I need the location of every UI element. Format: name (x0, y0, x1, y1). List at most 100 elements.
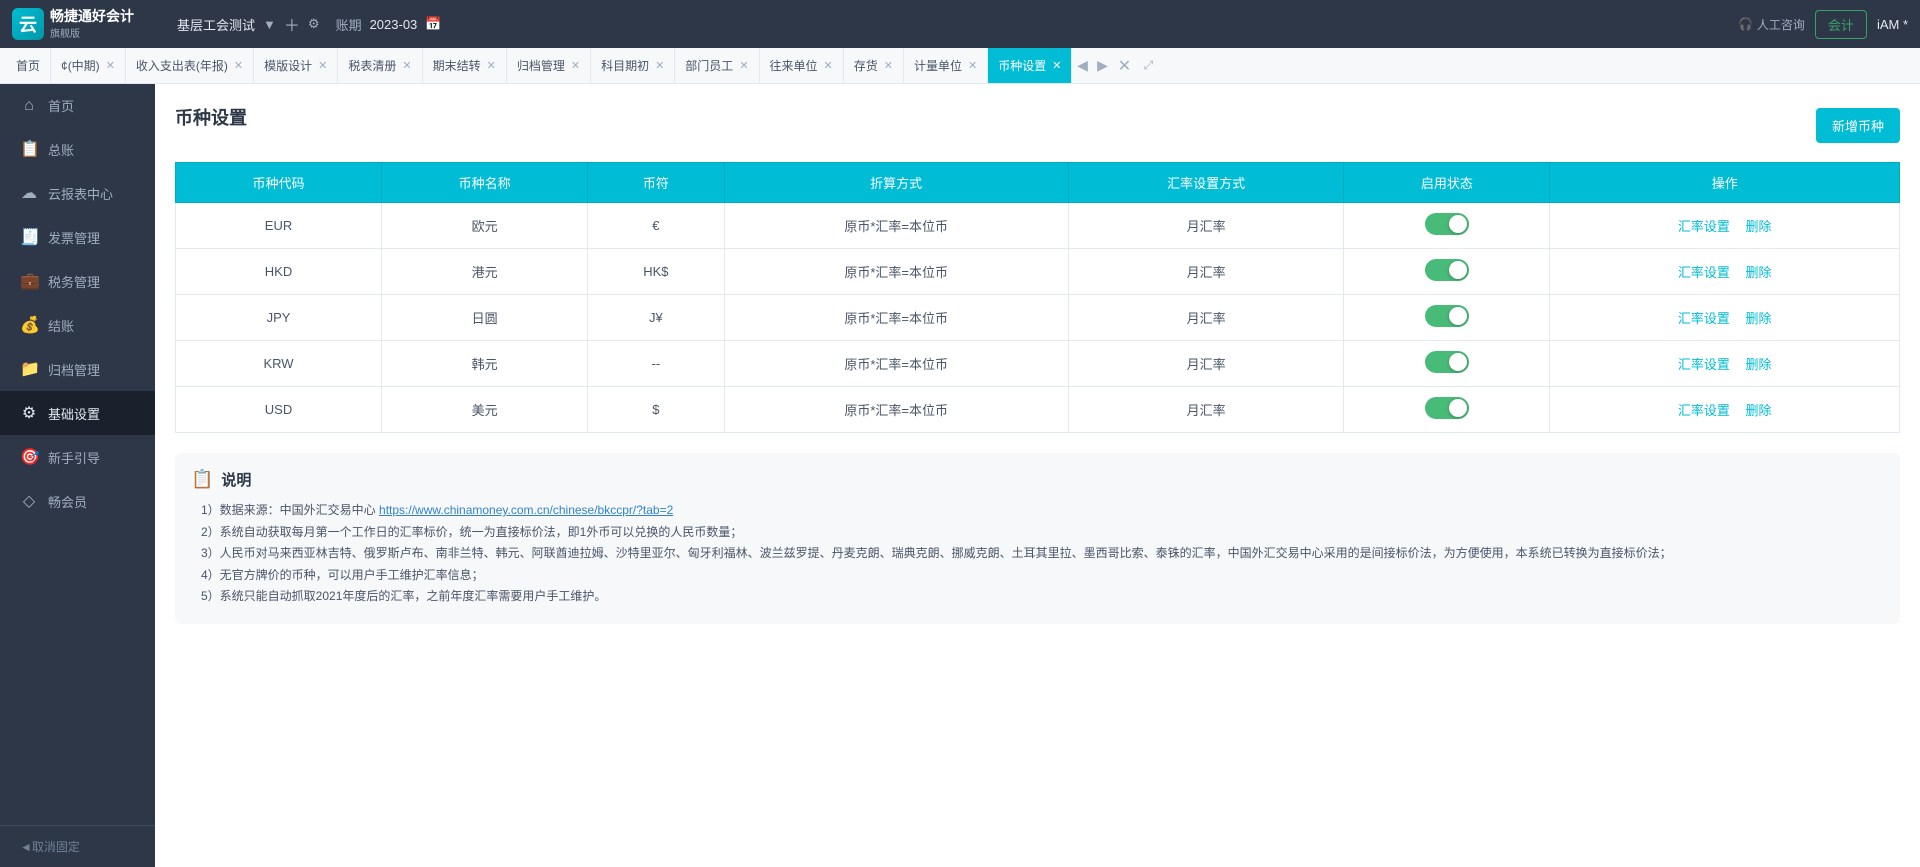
support-button[interactable]: 🎧 人工咨询 (1738, 16, 1805, 33)
col-code: 币种代码 (176, 163, 382, 203)
toggle-track-2[interactable] (1425, 305, 1469, 327)
cell-action-1: 汇率设置 删除 (1550, 249, 1900, 295)
unpin-button[interactable]: ◄取消固定 (0, 825, 155, 867)
cell-name-3: 韩元 (382, 341, 588, 387)
tab-contacts[interactable]: 往来单位 ✕ (760, 48, 844, 84)
cell-method-3: 原币*汇率=本位币 (724, 341, 1068, 387)
toggle-thumb-4 (1449, 399, 1467, 417)
sidebar-item-home[interactable]: ⌂ 首页 (0, 84, 155, 127)
cell-action-2: 汇率设置 删除 (1550, 295, 1900, 341)
tab-dept-staff-close[interactable]: ✕ (739, 59, 748, 72)
tab-next-button[interactable]: ▶ (1092, 48, 1112, 84)
tab-tax-table[interactable]: 税表清册 ✕ (338, 48, 422, 84)
header-right: 🎧 人工咨询 会计 iAM * (1738, 10, 1908, 39)
tab-home[interactable]: 首页 (6, 48, 51, 84)
sidebar-item-tax[interactable]: 💼 税务管理 (0, 259, 155, 303)
sidebar-item-invoice-label: 发票管理 (48, 228, 100, 247)
account-type-button[interactable]: 会计 (1815, 10, 1867, 39)
headset-icon: 🎧 (1738, 17, 1753, 31)
tab-unit-close[interactable]: ✕ (968, 59, 977, 72)
sidebar-item-archive[interactable]: 📁 归档管理 (0, 347, 155, 391)
company-name: 基层工会测试 (177, 15, 255, 34)
notice-item-2: 3）人民币对马来西亚林吉特、俄罗斯卢布、南非兰特、韩元、阿联酋迪拉姆、沙特里亚尔… (201, 543, 1884, 565)
tab-home-label: 首页 (16, 57, 40, 74)
tab-unit[interactable]: 计量单位 ✕ (904, 48, 988, 84)
toggle-2[interactable] (1425, 305, 1469, 327)
toggle-3[interactable] (1425, 351, 1469, 373)
rate-setting-link-0[interactable]: 汇率设置 (1678, 219, 1730, 234)
tab-mid-report[interactable]: ¢(中期) ✕ (51, 48, 126, 84)
tab-template[interactable]: 模版设计 ✕ (254, 48, 338, 84)
toggle-track-0[interactable] (1425, 213, 1469, 235)
toggle-track-3[interactable] (1425, 351, 1469, 373)
delete-link-4[interactable]: 删除 (1746, 403, 1772, 418)
col-symbol: 币符 (588, 163, 724, 203)
cell-symbol-1: HK$ (588, 249, 724, 295)
table-row: HKD 港元 HK$ 原币*汇率=本位币 月汇率 汇率设置 删除 (176, 249, 1900, 295)
tab-inventory[interactable]: 存货 ✕ (844, 48, 904, 84)
sidebar-item-settings[interactable]: ⚙ 基础设置 (0, 391, 155, 435)
tab-archive[interactable]: 归档管理 ✕ (507, 48, 591, 84)
rate-setting-link-1[interactable]: 汇率设置 (1678, 265, 1730, 280)
sidebar-item-member-label: 畅会员 (48, 492, 87, 511)
sidebar-item-member[interactable]: ◇ 畅会员 (0, 479, 155, 523)
sidebar-item-invoice[interactable]: 🧾 发票管理 (0, 215, 155, 259)
dropdown-arrow-icon[interactable]: ▼ (263, 17, 276, 32)
cell-code-0: EUR (176, 203, 382, 249)
toggle-track-1[interactable] (1425, 259, 1469, 281)
tab-mid-report-label: ¢(中期) (61, 57, 100, 74)
home-icon: ⌂ (20, 97, 38, 115)
sidebar-item-settings-label: 基础设置 (48, 404, 100, 423)
delete-link-3[interactable]: 删除 (1746, 357, 1772, 372)
tab-tax-table-label: 税表清册 (348, 57, 396, 74)
tab-currency[interactable]: 币种设置 ✕ (988, 48, 1072, 84)
tab-currency-close[interactable]: ✕ (1052, 59, 1061, 72)
toggle-1[interactable] (1425, 259, 1469, 281)
close-all-tabs-button[interactable]: ✕ (1112, 48, 1136, 84)
delete-link-0[interactable]: 删除 (1746, 219, 1772, 234)
settings-icon[interactable]: ⚙ (308, 16, 320, 32)
tab-tax-table-close[interactable]: ✕ (402, 59, 411, 72)
add-tab-icon[interactable]: ＋ (284, 12, 300, 36)
notice-link[interactable]: https://www.chinamoney.com.cn/chinese/bk… (379, 503, 673, 517)
cell-code-2: JPY (176, 295, 382, 341)
tab-dept-staff[interactable]: 部门员工 ✕ (675, 48, 759, 84)
tab-period-close-x[interactable]: ✕ (487, 59, 496, 72)
tab-period-close[interactable]: 期末结转 ✕ (423, 48, 507, 84)
calendar-icon[interactable]: 📅 (425, 16, 441, 32)
toggle-4[interactable] (1425, 397, 1469, 419)
delete-link-1[interactable]: 删除 (1746, 265, 1772, 280)
tab-annual-report[interactable]: 收入支出表(年报) ✕ (126, 48, 254, 84)
cell-status-4 (1344, 387, 1550, 433)
sidebar-item-guide[interactable]: 🎯 新手引导 (0, 435, 155, 479)
tab-annual-report-close[interactable]: ✕ (234, 59, 243, 72)
toggle-0[interactable] (1425, 213, 1469, 235)
tab-archive-close[interactable]: ✕ (571, 59, 580, 72)
tab-contacts-close[interactable]: ✕ (824, 59, 833, 72)
delete-link-2[interactable]: 删除 (1746, 311, 1772, 326)
cell-method-4: 原币*汇率=本位币 (724, 387, 1068, 433)
rate-setting-link-4[interactable]: 汇率设置 (1678, 403, 1730, 418)
reports-icon: ☁ (20, 183, 38, 203)
sidebar-item-reports[interactable]: ☁ 云报表中心 (0, 171, 155, 215)
sidebar-item-ledger[interactable]: 📋 总账 (0, 127, 155, 171)
sidebar-item-checkout[interactable]: 💰 结账 (0, 303, 155, 347)
tab-subject-init-close[interactable]: ✕ (655, 59, 664, 72)
cell-status-1 (1344, 249, 1550, 295)
member-icon: ◇ (20, 491, 38, 511)
expand-tab-button[interactable]: ⤢ (1136, 48, 1160, 84)
new-currency-button[interactable]: 新增币种 (1816, 108, 1900, 143)
toggle-track-4[interactable] (1425, 397, 1469, 419)
cell-symbol-3: -- (588, 341, 724, 387)
tab-inventory-close[interactable]: ✕ (884, 59, 893, 72)
tab-subject-init[interactable]: 科目期初 ✕ (591, 48, 675, 84)
tab-mid-report-close[interactable]: ✕ (106, 59, 115, 72)
tab-prev-button[interactable]: ◀ (1072, 48, 1092, 84)
rate-setting-link-3[interactable]: 汇率设置 (1678, 357, 1730, 372)
cell-status-3 (1344, 341, 1550, 387)
table-row: KRW 韩元 -- 原币*汇率=本位币 月汇率 汇率设置 删除 (176, 341, 1900, 387)
tab-template-close[interactable]: ✕ (318, 59, 327, 72)
sidebar-item-reports-label: 云报表中心 (48, 184, 113, 203)
notice-title: 📋 说明 (191, 469, 1884, 490)
rate-setting-link-2[interactable]: 汇率设置 (1678, 311, 1730, 326)
